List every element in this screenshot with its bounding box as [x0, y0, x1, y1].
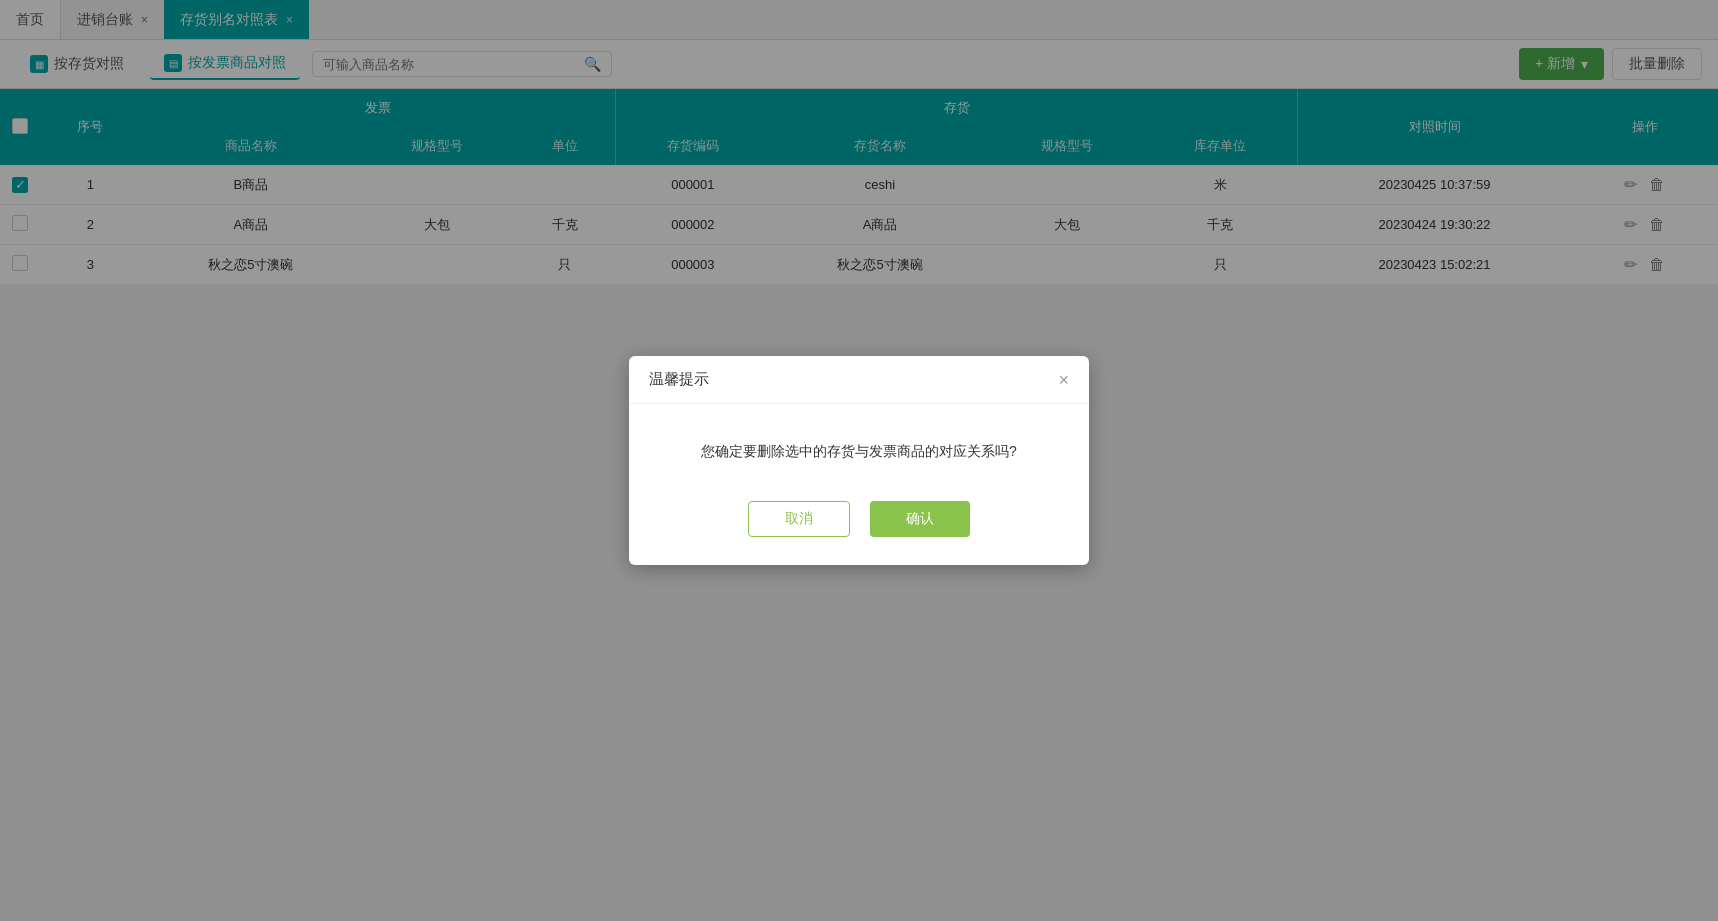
- overlay: 温馨提示 × 您确定要删除选中的存货与发票商品的对应关系吗? 取消 确认: [0, 0, 1718, 285]
